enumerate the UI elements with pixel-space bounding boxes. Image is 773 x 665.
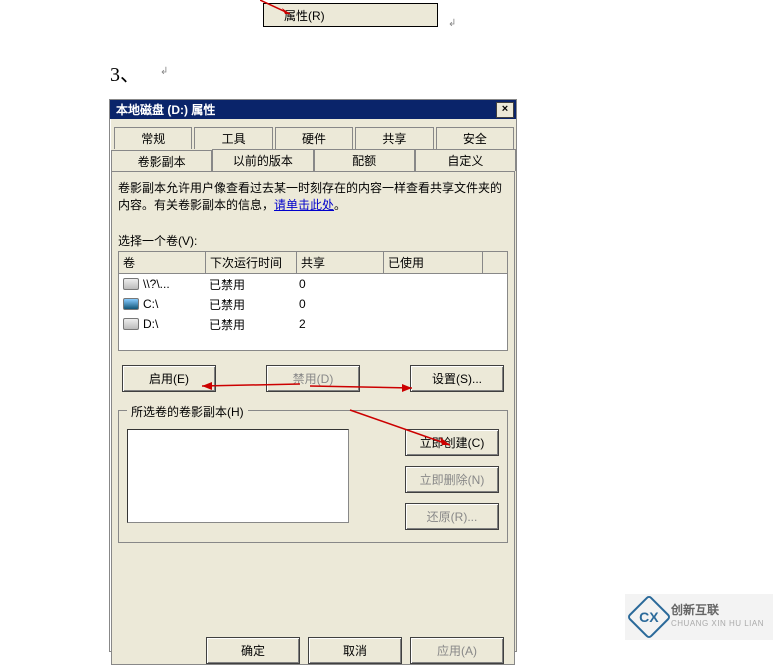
volume-list-body: \\?\... 已禁用 0 C:\ 已禁用 0 D:\ 已禁用 2 <box>119 274 507 350</box>
properties-dialog: 本地磁盘 (D:) 属性 × 常规 工具 硬件 共享 安全 卷影副本 以前的版本… <box>109 99 517 652</box>
tab-sharing[interactable]: 共享 <box>355 127 433 149</box>
vol-next: 已禁用 <box>209 316 299 333</box>
description-link[interactable]: 请单击此处 <box>274 198 334 212</box>
vol-name: \\?\... <box>143 277 170 291</box>
watermark-en: CHUANG XIN HU LIAN <box>671 617 764 631</box>
vol-name: D:\ <box>143 317 158 331</box>
restore-button[interactable]: 还原(R)... <box>405 503 499 530</box>
watermark-logo: CX <box>626 594 671 639</box>
tabs-row-1: 常规 工具 硬件 共享 安全 <box>110 127 516 149</box>
desc-post: 。 <box>334 198 346 212</box>
ok-button[interactable]: 确定 <box>206 637 300 664</box>
col-shares[interactable]: 共享 <box>297 252 384 273</box>
group-buttons: 立即创建(C) 立即删除(N) 还原(R)... <box>405 429 499 530</box>
table-row[interactable]: \\?\... 已禁用 0 <box>119 274 507 294</box>
tab-quota[interactable]: 配额 <box>314 149 415 171</box>
vol-shares: 2 <box>299 317 385 331</box>
tab-shadow-copies[interactable]: 卷影副本 <box>111 150 212 172</box>
vol-name: C:\ <box>143 297 158 311</box>
watermark-cn: 创新互联 <box>671 603 764 617</box>
description-text: 卷影副本允许用户像查看过去某一时刻存在的内容一样查看共享文件夹的内容。有关卷影副… <box>118 180 508 214</box>
table-row[interactable]: C:\ 已禁用 0 <box>119 294 507 314</box>
tab-general[interactable]: 常规 <box>114 127 192 149</box>
delete-now-button[interactable]: 立即删除(N) <box>405 466 499 493</box>
tab-tools[interactable]: 工具 <box>194 127 272 149</box>
properties-button[interactable]: 属性(R) <box>263 3 438 27</box>
cancel-button[interactable]: 取消 <box>308 637 402 664</box>
volume-list[interactable]: 卷 下次运行时间 共享 已使用 \\?\... 已禁用 0 C:\ 已禁用 0 <box>118 251 508 351</box>
paragraph-mark: ↲ <box>160 66 168 77</box>
watermark: CX 创新互联 CHUANG XIN HU LIAN <box>625 594 773 640</box>
vol-shares: 0 <box>299 297 385 311</box>
drive-icon <box>123 298 139 310</box>
volume-buttons-row: 启用(E) 禁用(D) 设置(S)... <box>118 365 508 392</box>
col-used[interactable]: 已使用 <box>384 252 483 273</box>
tab-security[interactable]: 安全 <box>436 127 514 149</box>
drive-icon <box>123 278 139 290</box>
tab-previous-versions[interactable]: 以前的版本 <box>212 149 313 171</box>
titlebar: 本地磁盘 (D:) 属性 × <box>110 100 516 119</box>
vol-next: 已禁用 <box>209 276 299 293</box>
dialog-title: 本地磁盘 (D:) 属性 <box>116 101 215 118</box>
shadow-copies-group: 所选卷的卷影副本(H) 立即创建(C) 立即删除(N) 还原(R)... <box>118 410 508 543</box>
tab-hardware[interactable]: 硬件 <box>275 127 353 149</box>
enable-button[interactable]: 启用(E) <box>122 365 216 392</box>
watermark-logo-text: CX <box>639 609 658 625</box>
select-volume-label: 选择一个卷(V): <box>118 232 508 249</box>
apply-button[interactable]: 应用(A) <box>410 637 504 664</box>
dialog-bottom-buttons: 确定 取消 应用(A) <box>112 637 514 664</box>
drive-icon <box>123 318 139 330</box>
step-number-3: 3、 <box>110 58 140 87</box>
vol-next: 已禁用 <box>209 296 299 313</box>
shadow-copies-list[interactable] <box>127 429 349 523</box>
disable-button[interactable]: 禁用(D) <box>266 365 360 392</box>
paragraph-mark: ↲ <box>448 18 456 29</box>
tabs-row-2: 卷影副本 以前的版本 配额 自定义 <box>110 149 516 171</box>
group-label: 所选卷的卷影副本(H) <box>127 403 248 420</box>
create-now-button[interactable]: 立即创建(C) <box>405 429 499 456</box>
tab-customize[interactable]: 自定义 <box>415 149 516 171</box>
col-volume[interactable]: 卷 <box>119 252 206 273</box>
properties-label: 属性(R) <box>284 7 325 24</box>
vol-shares: 0 <box>299 277 385 291</box>
volume-list-header: 卷 下次运行时间 共享 已使用 <box>119 252 507 274</box>
close-icon[interactable]: × <box>496 102 514 118</box>
settings-button[interactable]: 设置(S)... <box>410 365 504 392</box>
tab-panel: 卷影副本允许用户像查看过去某一时刻存在的内容一样查看共享文件夹的内容。有关卷影副… <box>111 171 515 665</box>
table-row[interactable]: D:\ 已禁用 2 <box>119 314 507 334</box>
col-next-run[interactable]: 下次运行时间 <box>206 252 297 273</box>
